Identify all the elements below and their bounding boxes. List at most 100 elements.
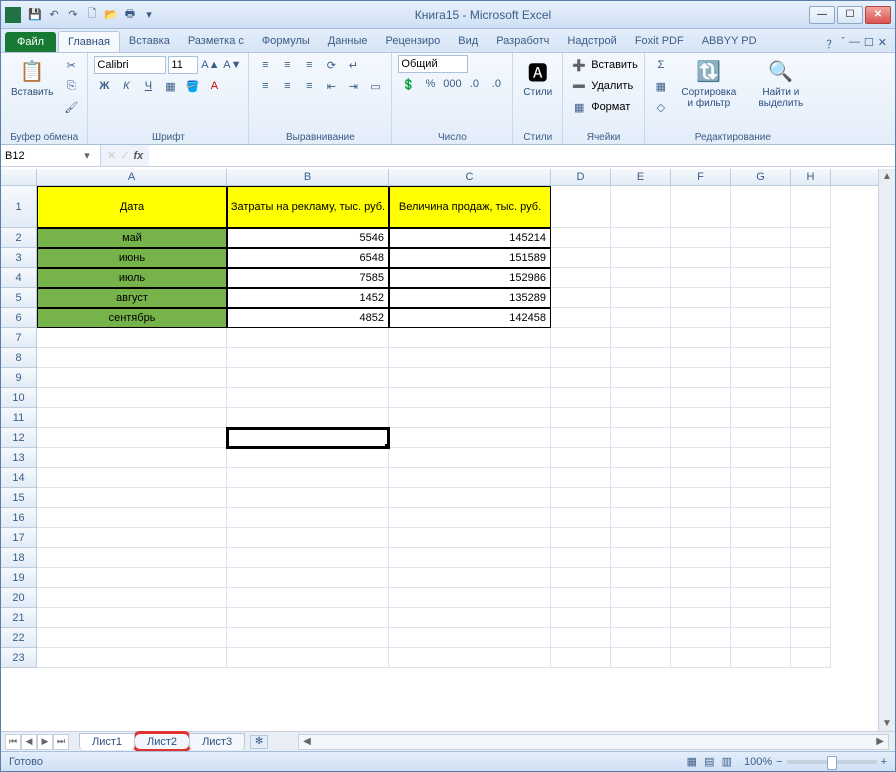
wrap-text-icon[interactable]: ↵ — [343, 55, 363, 75]
cell-H2[interactable] — [791, 228, 831, 248]
align-center-icon[interactable]: ≡ — [277, 76, 297, 96]
cell-F5[interactable] — [671, 288, 731, 308]
cell-E8[interactable] — [611, 348, 671, 368]
ribbon-tab-1[interactable]: Вставка — [120, 31, 179, 52]
workbook-minimize-icon[interactable]: — — [849, 36, 860, 52]
undo-icon[interactable]: ↶ — [46, 7, 62, 23]
horizontal-scrollbar[interactable]: ◀ ▶ — [298, 734, 889, 750]
row-header-23[interactable]: 23 — [1, 648, 37, 668]
cell-F9[interactable] — [671, 368, 731, 388]
cell-D23[interactable] — [551, 648, 611, 668]
sheet-tab-Лист1[interactable]: Лист1 — [79, 733, 135, 750]
file-tab[interactable]: Файл — [5, 32, 56, 52]
format-cells-label[interactable]: Формат — [591, 101, 630, 113]
ribbon-tab-9[interactable]: Foxit PDF — [626, 31, 693, 52]
shrink-font-icon[interactable]: A▼ — [222, 55, 242, 75]
maximize-button[interactable]: ☐ — [837, 6, 863, 24]
cell-E12[interactable] — [611, 428, 671, 448]
align-right-icon[interactable]: ≡ — [299, 76, 319, 96]
cell-H16[interactable] — [791, 508, 831, 528]
cell-A9[interactable] — [37, 368, 227, 388]
row-header-20[interactable]: 20 — [1, 588, 37, 608]
col-header-H[interactable]: H — [791, 169, 831, 185]
cell-H11[interactable] — [791, 408, 831, 428]
cell-G2[interactable] — [731, 228, 791, 248]
col-header-F[interactable]: F — [671, 169, 731, 185]
cell-D12[interactable] — [551, 428, 611, 448]
cell-H17[interactable] — [791, 528, 831, 548]
new-sheet-button[interactable]: ✻ — [250, 735, 268, 749]
cell-B14[interactable] — [227, 468, 389, 488]
save-icon[interactable]: 💾 — [27, 7, 43, 23]
increase-decimal-icon[interactable]: .0 — [464, 74, 484, 94]
cell-C10[interactable] — [389, 388, 551, 408]
cell-B22[interactable] — [227, 628, 389, 648]
cell-E3[interactable] — [611, 248, 671, 268]
cell-A17[interactable] — [37, 528, 227, 548]
delete-cells-label[interactable]: Удалить — [591, 80, 633, 92]
fill-icon[interactable]: ▦ — [651, 76, 671, 96]
cell-B11[interactable] — [227, 408, 389, 428]
font-name-combo[interactable] — [94, 56, 166, 74]
cell-C7[interactable] — [389, 328, 551, 348]
cell-B9[interactable] — [227, 368, 389, 388]
cell-B10[interactable] — [227, 388, 389, 408]
ribbon-tab-2[interactable]: Разметка с — [179, 31, 253, 52]
cell-F19[interactable] — [671, 568, 731, 588]
cell-A8[interactable] — [37, 348, 227, 368]
prev-sheet-icon[interactable]: ◀ — [21, 734, 37, 750]
page-break-view-icon[interactable]: ▥ — [720, 756, 734, 768]
row-header-12[interactable]: 12 — [1, 428, 37, 448]
cell-F13[interactable] — [671, 448, 731, 468]
cell-B13[interactable] — [227, 448, 389, 468]
cell-B17[interactable] — [227, 528, 389, 548]
workbook-close-icon[interactable]: ✕ — [878, 36, 887, 52]
cell-E10[interactable] — [611, 388, 671, 408]
cell-C6[interactable]: 142458 — [389, 308, 551, 328]
cell-H6[interactable] — [791, 308, 831, 328]
zoom-level[interactable]: 100% — [744, 756, 772, 768]
select-all-corner[interactable] — [1, 169, 37, 185]
cell-H19[interactable] — [791, 568, 831, 588]
cell-G12[interactable] — [731, 428, 791, 448]
cell-D14[interactable] — [551, 468, 611, 488]
cell-H5[interactable] — [791, 288, 831, 308]
grow-font-icon[interactable]: A▲ — [200, 55, 220, 75]
row-header-19[interactable]: 19 — [1, 568, 37, 588]
vertical-scrollbar[interactable]: ▲ ▼ — [878, 169, 895, 731]
ribbon-dropdown-icon[interactable]: ˇ — [841, 36, 845, 52]
cell-H1[interactable] — [791, 186, 831, 228]
col-header-A[interactable]: A — [37, 169, 227, 185]
cell-G6[interactable] — [731, 308, 791, 328]
cell-B7[interactable] — [227, 328, 389, 348]
cell-G16[interactable] — [731, 508, 791, 528]
cell-D17[interactable] — [551, 528, 611, 548]
sort-filter-button[interactable]: 🔃 Сортировка и фильтр — [675, 55, 743, 111]
cell-G18[interactable] — [731, 548, 791, 568]
row-header-16[interactable]: 16 — [1, 508, 37, 528]
cut-icon[interactable]: ✂ — [61, 55, 81, 75]
row-header-15[interactable]: 15 — [1, 488, 37, 508]
cell-C9[interactable] — [389, 368, 551, 388]
cell-F17[interactable] — [671, 528, 731, 548]
cell-D8[interactable] — [551, 348, 611, 368]
clear-icon[interactable]: ◇ — [651, 97, 671, 117]
cell-G15[interactable] — [731, 488, 791, 508]
cell-F21[interactable] — [671, 608, 731, 628]
cell-H12[interactable] — [791, 428, 831, 448]
ribbon-tab-3[interactable]: Формулы — [253, 31, 319, 52]
cell-F2[interactable] — [671, 228, 731, 248]
cell-C15[interactable] — [389, 488, 551, 508]
row-header-17[interactable]: 17 — [1, 528, 37, 548]
cell-F20[interactable] — [671, 588, 731, 608]
cell-D22[interactable] — [551, 628, 611, 648]
cell-C17[interactable] — [389, 528, 551, 548]
row-header-8[interactable]: 8 — [1, 348, 37, 368]
cell-E6[interactable] — [611, 308, 671, 328]
cell-G21[interactable] — [731, 608, 791, 628]
cell-C2[interactable]: 145214 — [389, 228, 551, 248]
cell-A23[interactable] — [37, 648, 227, 668]
border-icon[interactable]: ▦ — [160, 76, 180, 96]
cell-D1[interactable] — [551, 186, 611, 228]
cell-A7[interactable] — [37, 328, 227, 348]
